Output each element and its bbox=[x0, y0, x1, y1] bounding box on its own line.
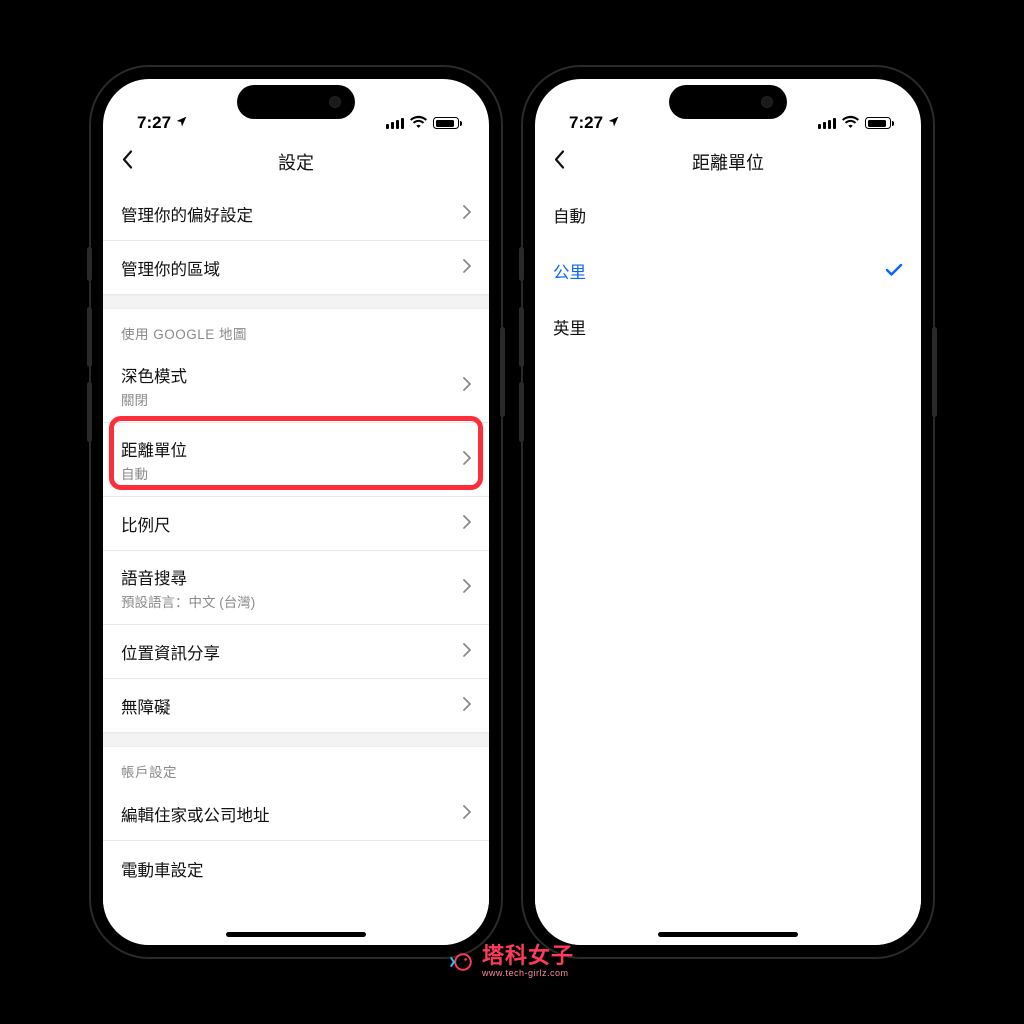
option-auto[interactable]: 自動 bbox=[535, 187, 921, 243]
option-kilometers[interactable]: 公里 bbox=[535, 243, 921, 299]
battery-icon bbox=[433, 117, 459, 129]
status-time: 7:27 bbox=[137, 113, 171, 133]
row-label: 語音搜尋 bbox=[121, 565, 255, 589]
chevron-right-icon bbox=[463, 697, 471, 716]
row-subtitle: 自動 bbox=[121, 463, 187, 483]
settings-list[interactable]: 管理你的偏好設定 管理你的區域 使用 GOOGLE 地圖 深色模式 關閉 bbox=[103, 187, 489, 945]
chevron-right-icon bbox=[463, 515, 471, 534]
row-manage-areas[interactable]: 管理你的區域 bbox=[103, 241, 489, 295]
distance-unit-options: 自動 公里 英里 bbox=[535, 187, 921, 945]
section-separator bbox=[103, 295, 489, 309]
row-label: 深色模式 bbox=[121, 363, 187, 387]
home-indicator[interactable] bbox=[658, 932, 798, 937]
dynamic-island bbox=[669, 85, 787, 119]
section-separator bbox=[103, 733, 489, 747]
chevron-right-icon bbox=[463, 451, 471, 470]
nav-header: 設定 bbox=[103, 137, 489, 187]
watermark: 塔科女子 www.tech-girlz.com bbox=[450, 945, 574, 978]
battery-icon bbox=[865, 117, 891, 129]
row-label: 比例尺 bbox=[121, 512, 171, 536]
row-label: 距離單位 bbox=[121, 437, 187, 461]
row-distance-units[interactable]: 距離單位 自動 bbox=[103, 423, 489, 497]
option-label: 公里 bbox=[553, 259, 586, 283]
watermark-url: www.tech-girlz.com bbox=[482, 969, 574, 978]
row-label: 管理你的區域 bbox=[121, 256, 220, 280]
watermark-brand: 塔科女子 bbox=[482, 945, 574, 967]
location-services-icon bbox=[175, 113, 188, 133]
dynamic-island bbox=[237, 85, 355, 119]
chevron-right-icon bbox=[463, 259, 471, 278]
chevron-right-icon bbox=[463, 377, 471, 396]
wifi-icon bbox=[842, 113, 859, 133]
location-services-icon bbox=[607, 113, 620, 133]
cellular-signal-icon bbox=[818, 117, 836, 129]
back-button[interactable] bbox=[553, 150, 565, 175]
checkmark-icon bbox=[885, 261, 903, 282]
row-edit-home-work-address[interactable]: 編輯住家或公司地址 bbox=[103, 787, 489, 841]
section-header-account: 帳戶設定 bbox=[103, 747, 489, 787]
option-label: 英里 bbox=[553, 315, 586, 339]
back-button[interactable] bbox=[121, 150, 133, 175]
chevron-right-icon bbox=[463, 579, 471, 598]
row-location-sharing[interactable]: 位置資訊分享 bbox=[103, 625, 489, 679]
option-label: 自動 bbox=[553, 203, 586, 227]
chevron-right-icon bbox=[463, 643, 471, 662]
chevron-right-icon bbox=[463, 205, 471, 224]
page-title: 設定 bbox=[278, 149, 314, 175]
row-dark-mode[interactable]: 深色模式 關閉 bbox=[103, 349, 489, 423]
wifi-icon bbox=[410, 113, 427, 133]
chevron-right-icon bbox=[463, 805, 471, 824]
row-label: 編輯住家或公司地址 bbox=[121, 802, 270, 826]
page-title: 距離單位 bbox=[692, 149, 764, 175]
row-label: 管理你的偏好設定 bbox=[121, 202, 253, 226]
row-voice-search[interactable]: 語音搜尋 預設語言：中文 (台灣) bbox=[103, 551, 489, 625]
row-label: 電動車設定 bbox=[121, 857, 204, 881]
phone-left: 7:27 設定 bbox=[91, 67, 501, 957]
row-label: 無障礙 bbox=[121, 694, 171, 718]
status-time: 7:27 bbox=[569, 113, 603, 133]
row-subtitle: 預設語言：中文 (台灣) bbox=[121, 591, 255, 611]
row-ev-settings[interactable]: 電動車設定 bbox=[103, 841, 489, 895]
phone-right: 7:27 距離單位 bbox=[523, 67, 933, 957]
row-label: 位置資訊分享 bbox=[121, 640, 220, 664]
row-accessibility[interactable]: 無障礙 bbox=[103, 679, 489, 733]
row-subtitle: 關閉 bbox=[121, 389, 187, 409]
row-scale-bar[interactable]: 比例尺 bbox=[103, 497, 489, 551]
cellular-signal-icon bbox=[386, 117, 404, 129]
option-miles[interactable]: 英里 bbox=[535, 299, 921, 355]
watermark-logo-icon bbox=[450, 949, 476, 975]
section-header-using-gmaps: 使用 GOOGLE 地圖 bbox=[103, 309, 489, 349]
home-indicator[interactable] bbox=[226, 932, 366, 937]
row-manage-preferences[interactable]: 管理你的偏好設定 bbox=[103, 187, 489, 241]
nav-header: 距離單位 bbox=[535, 137, 921, 187]
